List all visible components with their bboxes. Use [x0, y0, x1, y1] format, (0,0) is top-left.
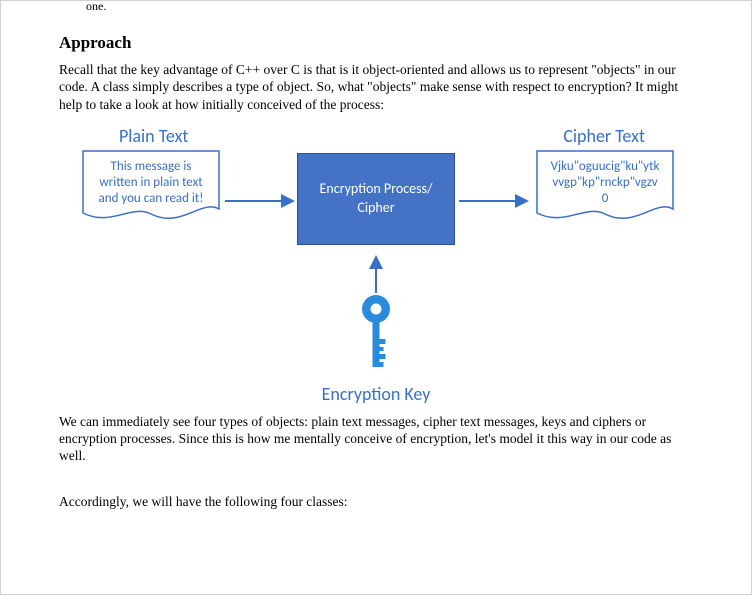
arrow-line-icon: [225, 200, 281, 202]
arrow-head-icon: [515, 194, 529, 208]
arrow-line-icon: [375, 269, 377, 293]
arrow-process-to-cipher: [459, 193, 529, 209]
section-heading: Approach: [59, 33, 693, 53]
plain-text-label: Plain Text: [119, 125, 188, 147]
arrow-head-icon: [281, 194, 295, 208]
classes-intro-paragraph: Accordingly, we will have the following …: [59, 493, 693, 510]
cutoff-previous-line: one.: [86, 0, 106, 14]
arrow-head-icon: [369, 255, 383, 269]
key-icon: [358, 293, 394, 377]
observation-paragraph: We can immediately see four types of obj…: [59, 413, 693, 465]
cipher-text-content: Vjku"oguucig"ku"ytk vvgp"kp"rnckp"vgzv 0: [543, 159, 667, 208]
encryption-process-box: Encryption Process/ Cipher: [297, 153, 455, 245]
arrow-key-to-process: [369, 255, 383, 293]
plain-text-note: This message is written in plain text an…: [81, 149, 221, 227]
plain-text-content: This message is written in plain text an…: [89, 159, 213, 208]
cipher-text-label: Cipher Text: [563, 125, 645, 147]
arrow-line-icon: [459, 200, 515, 202]
cipher-text-note: Vjku"oguucig"ku"ytk vvgp"kp"rnckp"vgzv 0: [535, 149, 675, 227]
intro-paragraph: Recall that the key advantage of C++ ove…: [59, 61, 693, 113]
arrow-plain-to-process: [225, 193, 295, 209]
encryption-diagram: Plain Text Cipher Text This message is w…: [59, 125, 693, 405]
encryption-key-label: Encryption Key: [322, 383, 431, 405]
document-page: one. Approach Recall that the key advant…: [0, 0, 752, 595]
